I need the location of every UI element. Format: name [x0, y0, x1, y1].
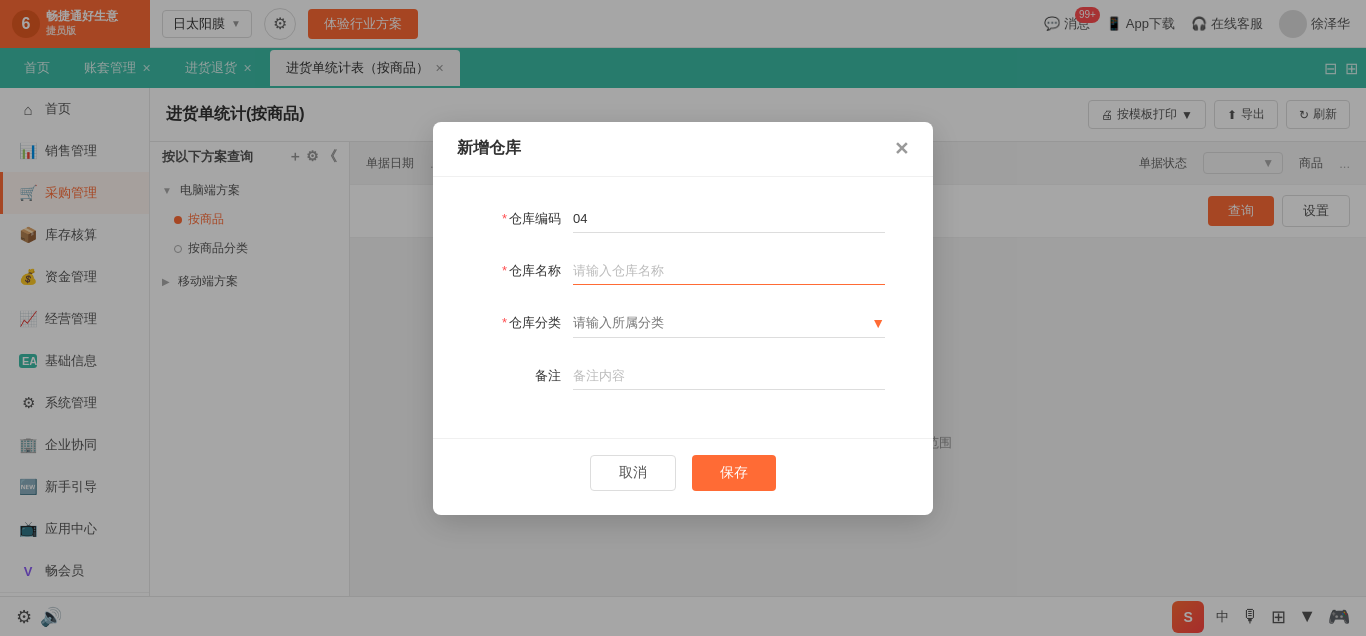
- modal-footer: 取消 保存: [433, 438, 933, 515]
- warehouse-remark-input[interactable]: [573, 362, 885, 390]
- modal-close-icon[interactable]: ✕: [894, 138, 909, 160]
- form-label-code: *仓库编码: [481, 210, 561, 228]
- new-warehouse-modal: 新增仓库 ✕ *仓库编码 *仓库名称 *仓库分类: [433, 122, 933, 515]
- save-button[interactable]: 保存: [692, 455, 776, 491]
- modal-body: *仓库编码 *仓库名称 *仓库分类 ▼: [433, 177, 933, 430]
- modal-header: 新增仓库 ✕: [433, 122, 933, 177]
- warehouse-code-input[interactable]: [573, 205, 885, 233]
- required-star-name: *: [502, 263, 507, 278]
- form-label-category: *仓库分类: [481, 314, 561, 332]
- warehouse-name-input[interactable]: [573, 257, 885, 285]
- form-row-name: *仓库名称: [481, 257, 885, 285]
- modal-overlay: 新增仓库 ✕ *仓库编码 *仓库名称 *仓库分类: [0, 0, 1366, 636]
- form-row-remark: 备注: [481, 362, 885, 390]
- form-row-category: *仓库分类 ▼: [481, 309, 885, 338]
- modal-title: 新增仓库: [457, 138, 521, 159]
- warehouse-category-input[interactable]: [573, 315, 871, 330]
- required-star-category: *: [502, 315, 507, 330]
- warehouse-category-select[interactable]: ▼: [573, 309, 885, 338]
- form-label-remark: 备注: [481, 367, 561, 385]
- form-label-name: *仓库名称: [481, 262, 561, 280]
- required-star-code: *: [502, 211, 507, 226]
- category-dropdown-icon: ▼: [871, 315, 885, 331]
- cancel-button[interactable]: 取消: [590, 455, 676, 491]
- form-row-code: *仓库编码: [481, 205, 885, 233]
